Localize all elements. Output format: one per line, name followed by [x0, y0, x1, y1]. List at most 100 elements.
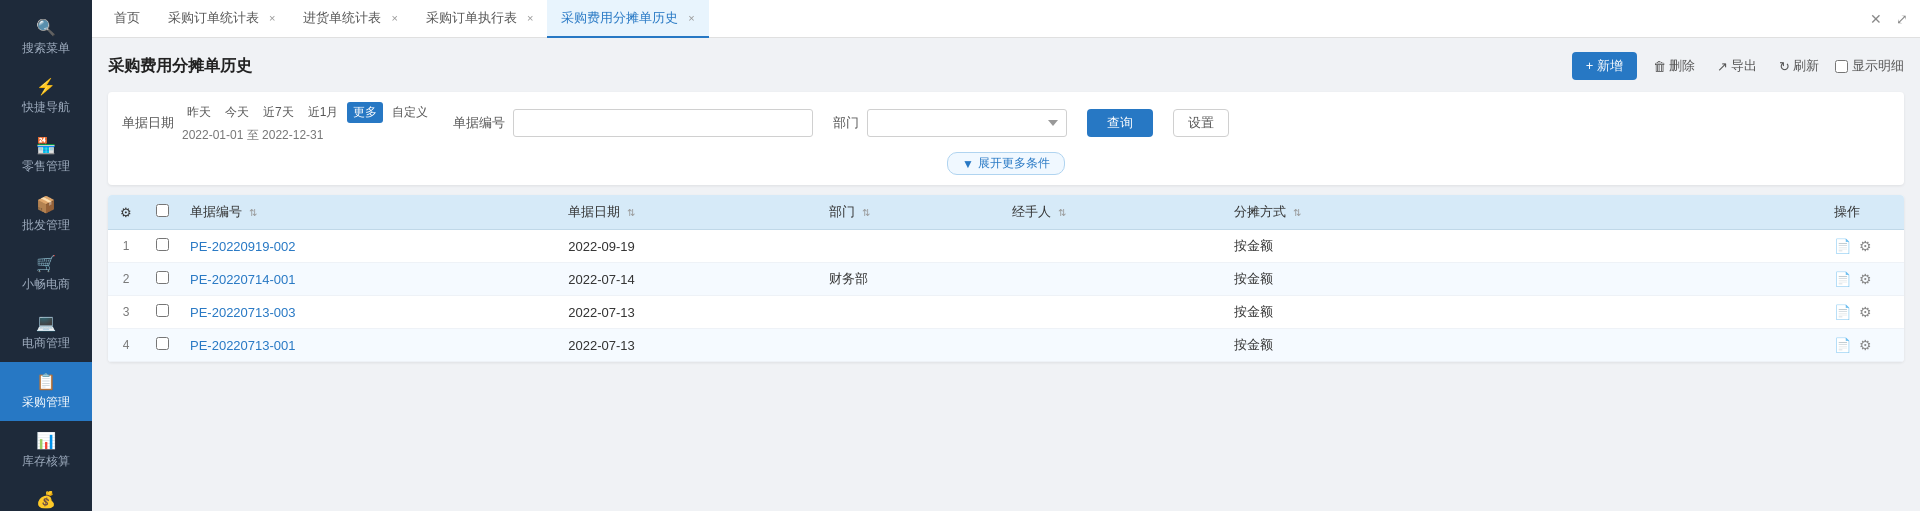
- tab-purchase-order-exec[interactable]: 采购订单执行表×: [412, 0, 547, 38]
- sidebar-item-search[interactable]: 🔍搜索菜单: [0, 8, 92, 67]
- cell-split-method-2: 按金额: [1224, 296, 1824, 329]
- query-button[interactable]: 查询: [1087, 109, 1153, 137]
- row-checkbox-3[interactable]: [156, 337, 169, 350]
- row-checkbox-1[interactable]: [156, 271, 169, 284]
- action-more-1[interactable]: ⚙: [1859, 271, 1872, 287]
- doc-num-link-3[interactable]: PE-20220713-001: [190, 338, 296, 353]
- sidebar-item-finance[interactable]: 💰资金管理: [0, 480, 92, 511]
- tab-label-home: 首页: [114, 9, 140, 27]
- table-row: 1 PE-20220919-002 2022-09-19 按金额 📄 ⚙: [108, 230, 1904, 263]
- filter-row: 单据日期 昨天 今天 近7天 近1月 更多 自定义 2022-01-01 至 2…: [122, 102, 1890, 144]
- doc-num-link-2[interactable]: PE-20220713-003: [190, 305, 296, 320]
- expand-chevron-icon: ▼: [962, 157, 974, 171]
- last1month-btn[interactable]: 近1月: [303, 102, 344, 123]
- today-btn[interactable]: 今天: [220, 102, 254, 123]
- filter-settings-button[interactable]: 设置: [1173, 109, 1229, 137]
- sidebar-item-inventory[interactable]: 📊库存核算: [0, 421, 92, 480]
- cell-checkbox-0: [144, 230, 180, 263]
- tab-purchase-order-stat[interactable]: 采购订单统计表 ×: [154, 0, 289, 38]
- doc-num-link-1[interactable]: PE-20220714-001: [190, 272, 296, 287]
- sidebar-icon-retail: 🏪: [36, 136, 56, 155]
- sidebar-item-wholesale[interactable]: 📦批发管理: [0, 185, 92, 244]
- cell-dept-0: [819, 230, 1002, 263]
- sidebar-item-ecommerce[interactable]: 💻电商管理: [0, 303, 92, 362]
- date-filter-label: 单据日期: [122, 114, 174, 132]
- delete-icon: 🗑: [1653, 59, 1666, 74]
- tab-close-goods-in-stat[interactable]: ×: [391, 12, 397, 24]
- sidebar-label-inventory: 库存核算: [22, 453, 70, 470]
- date-options-col: 昨天 今天 近7天 近1月 更多 自定义 2022-01-01 至 2022-1…: [182, 102, 433, 144]
- col-doc-num[interactable]: 单据编号 ⇅: [180, 195, 558, 230]
- sidebar-icon-purchase: 📋: [36, 372, 56, 391]
- col-doc-date[interactable]: 单据日期 ⇅: [558, 195, 819, 230]
- cell-action-3: 📄 ⚙: [1824, 329, 1904, 362]
- tab-close-purchase-fee-split[interactable]: ×: [688, 12, 694, 24]
- action-view-1[interactable]: 📄: [1834, 271, 1851, 287]
- handler-sort-icon: ⇅: [1058, 207, 1066, 218]
- tab-close-purchase-order-stat[interactable]: ×: [269, 12, 275, 24]
- show-detail-checkbox-label[interactable]: 显示明细: [1835, 57, 1904, 75]
- custom-date-btn[interactable]: 自定义: [387, 102, 433, 123]
- export-button[interactable]: ↗ 导出: [1711, 53, 1763, 79]
- col-settings[interactable]: ⚙: [108, 195, 144, 230]
- cell-doc-date-2: 2022-07-13: [558, 296, 819, 329]
- action-view-0[interactable]: 📄: [1834, 238, 1851, 254]
- tab-home[interactable]: 首页: [100, 0, 154, 38]
- tab-label-purchase-order-stat: 采购订单统计表: [168, 9, 259, 27]
- settings-col-icon[interactable]: ⚙: [120, 205, 132, 220]
- tab-goods-in-stat[interactable]: 进货单统计表×: [289, 0, 411, 38]
- cell-action-2: 📄 ⚙: [1824, 296, 1904, 329]
- sidebar-label-purchase: 采购管理: [22, 394, 70, 411]
- cell-dept-1: 财务部: [819, 263, 1002, 296]
- col-dept[interactable]: 部门 ⇅: [819, 195, 1002, 230]
- sidebar-icon-mini-shop: 🛒: [36, 254, 56, 273]
- select-all-checkbox[interactable]: [156, 204, 169, 217]
- page-title: 采购费用分摊单历史: [108, 56, 252, 77]
- action-view-2[interactable]: 📄: [1834, 304, 1851, 320]
- action-more-3[interactable]: ⚙: [1859, 337, 1872, 353]
- cell-doc-num-1: PE-20220714-001: [180, 263, 558, 296]
- expand-conditions-btn[interactable]: ▼ 展开更多条件: [947, 152, 1065, 175]
- row-checkbox-2[interactable]: [156, 304, 169, 317]
- tab-close-purchase-order-exec[interactable]: ×: [527, 12, 533, 24]
- doc-num-label: 单据编号: [453, 114, 505, 132]
- row-checkbox-0[interactable]: [156, 238, 169, 251]
- cell-handler-0: [1002, 230, 1224, 263]
- doc-num-input[interactable]: [513, 109, 813, 137]
- cell-dept-2: [819, 296, 1002, 329]
- tab-purchase-fee-split[interactable]: 采购费用分摊单历史×: [547, 0, 708, 38]
- last7days-btn[interactable]: 近7天: [258, 102, 299, 123]
- sidebar-item-quick-nav[interactable]: ⚡快捷导航: [0, 67, 92, 126]
- sidebar-item-mini-shop[interactable]: 🛒小畅电商: [0, 244, 92, 303]
- doc-date-sort-icon: ⇅: [627, 207, 635, 218]
- more-date-btn[interactable]: 更多: [347, 102, 383, 123]
- sidebar-item-retail[interactable]: 🏪零售管理: [0, 126, 92, 185]
- sidebar-item-purchase[interactable]: 📋 采购管理: [0, 362, 92, 421]
- yesterday-btn[interactable]: 昨天: [182, 102, 216, 123]
- cell-num-3: 4: [108, 329, 144, 362]
- export-icon: ↗: [1717, 59, 1728, 74]
- action-view-3[interactable]: 📄: [1834, 337, 1851, 353]
- action-more-0[interactable]: ⚙: [1859, 238, 1872, 254]
- col-split-method[interactable]: 分摊方式 ⇅: [1224, 195, 1824, 230]
- sidebar-icon-finance: 💰: [36, 490, 56, 509]
- action-more-2[interactable]: ⚙: [1859, 304, 1872, 320]
- data-table: ⚙ 单据编号 ⇅ 单据日期 ⇅: [108, 195, 1904, 362]
- sidebar-icon-search: 🔍: [36, 18, 56, 37]
- dept-filter-group: 部门: [833, 109, 1067, 137]
- doc-num-link-0[interactable]: PE-20220919-002: [190, 239, 296, 254]
- cell-split-method-3: 按金额: [1224, 329, 1824, 362]
- tab-bar: 首页采购订单统计表×进货单统计表×采购订单执行表×采购费用分摊单历史× ✕ ⤢: [92, 0, 1920, 38]
- delete-button[interactable]: 🗑 删除: [1647, 53, 1701, 79]
- content-area: 采购费用分摊单历史 + 新增 🗑 删除 ↗ 导出 ↻ 刷新 显示明细: [92, 38, 1920, 511]
- col-handler[interactable]: 经手人 ⇅: [1002, 195, 1224, 230]
- tab-close-all-btn[interactable]: ✕: [1866, 9, 1886, 29]
- dept-label: 部门: [833, 114, 859, 132]
- refresh-button[interactable]: ↻ 刷新: [1773, 53, 1825, 79]
- show-detail-checkbox[interactable]: [1835, 60, 1848, 73]
- sidebar-label-wholesale: 批发管理: [22, 217, 70, 234]
- tab-maximize-btn[interactable]: ⤢: [1892, 9, 1912, 29]
- dept-select[interactable]: [867, 109, 1067, 137]
- add-button[interactable]: + 新增: [1572, 52, 1637, 80]
- filter-bar: 单据日期 昨天 今天 近7天 近1月 更多 自定义 2022-01-01 至 2…: [108, 92, 1904, 185]
